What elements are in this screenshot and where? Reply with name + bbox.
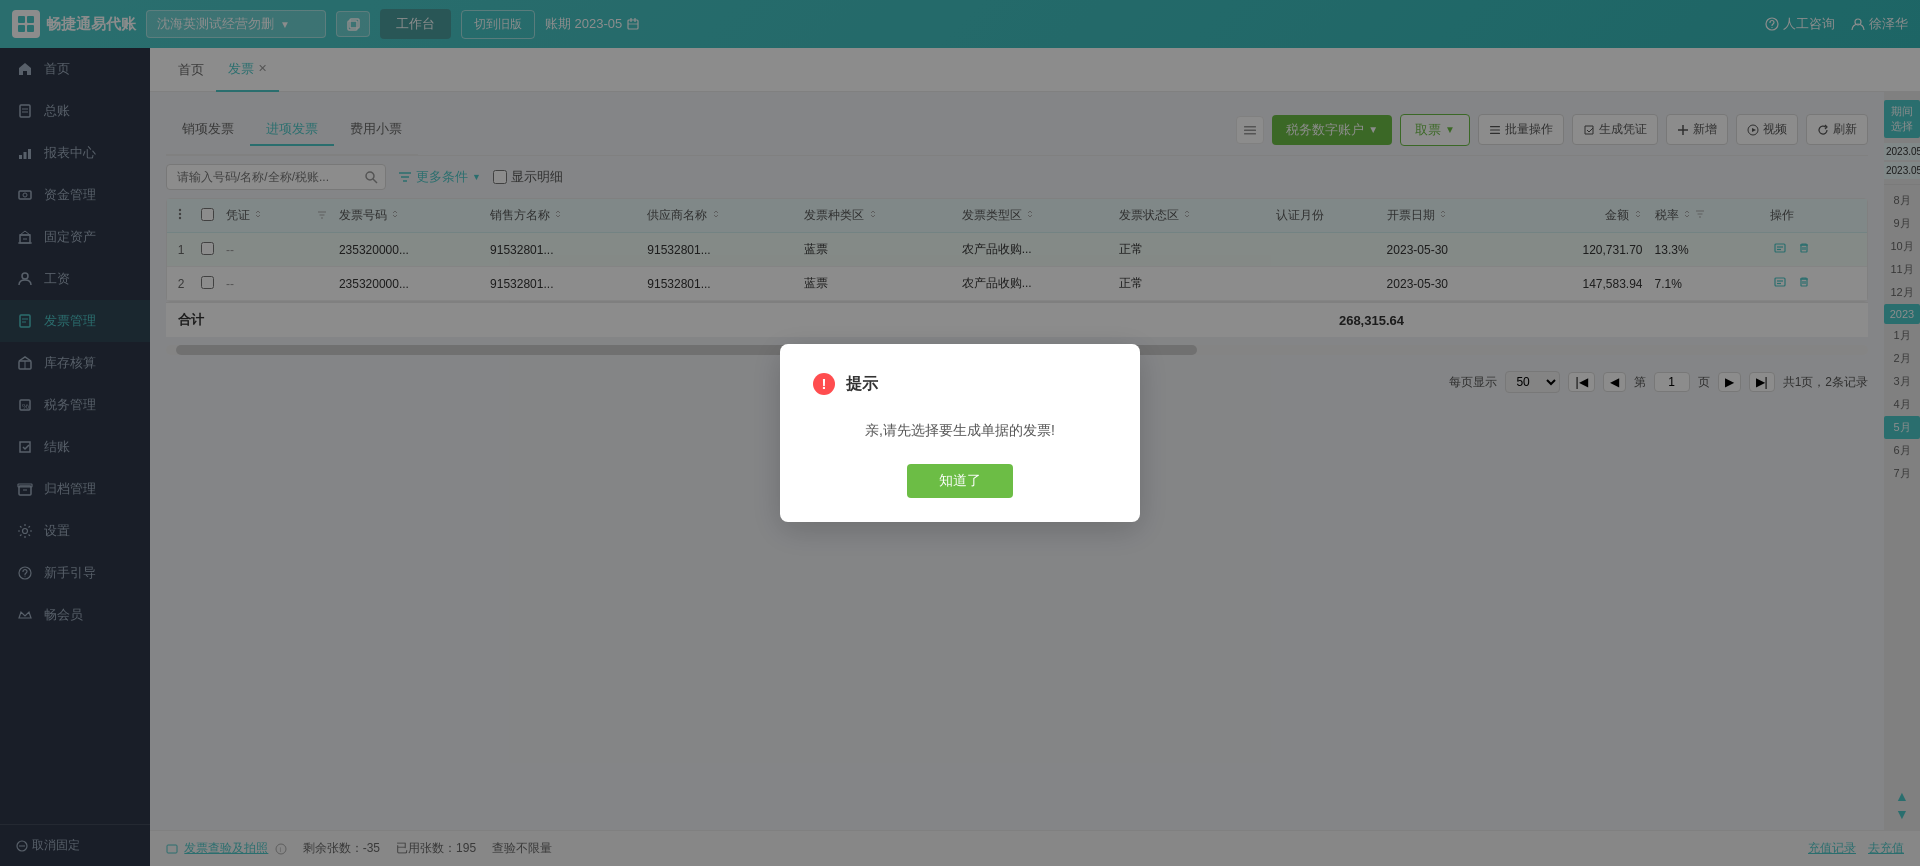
modal-title: 提示 — [846, 374, 878, 395]
modal-footer: 知道了 — [812, 464, 1108, 498]
modal-body: 亲,请先选择要生成单据的发票! — [812, 414, 1108, 464]
modal-confirm-button[interactable]: 知道了 — [907, 464, 1013, 498]
svg-text:!: ! — [822, 375, 827, 392]
modal-box: ! 提示 亲,请先选择要生成单据的发票! 知道了 — [780, 344, 1140, 522]
modal-header: ! 提示 — [812, 372, 1108, 396]
warning-icon: ! — [812, 372, 836, 396]
modal-overlay: ! 提示 亲,请先选择要生成单据的发票! 知道了 — [0, 0, 1920, 866]
